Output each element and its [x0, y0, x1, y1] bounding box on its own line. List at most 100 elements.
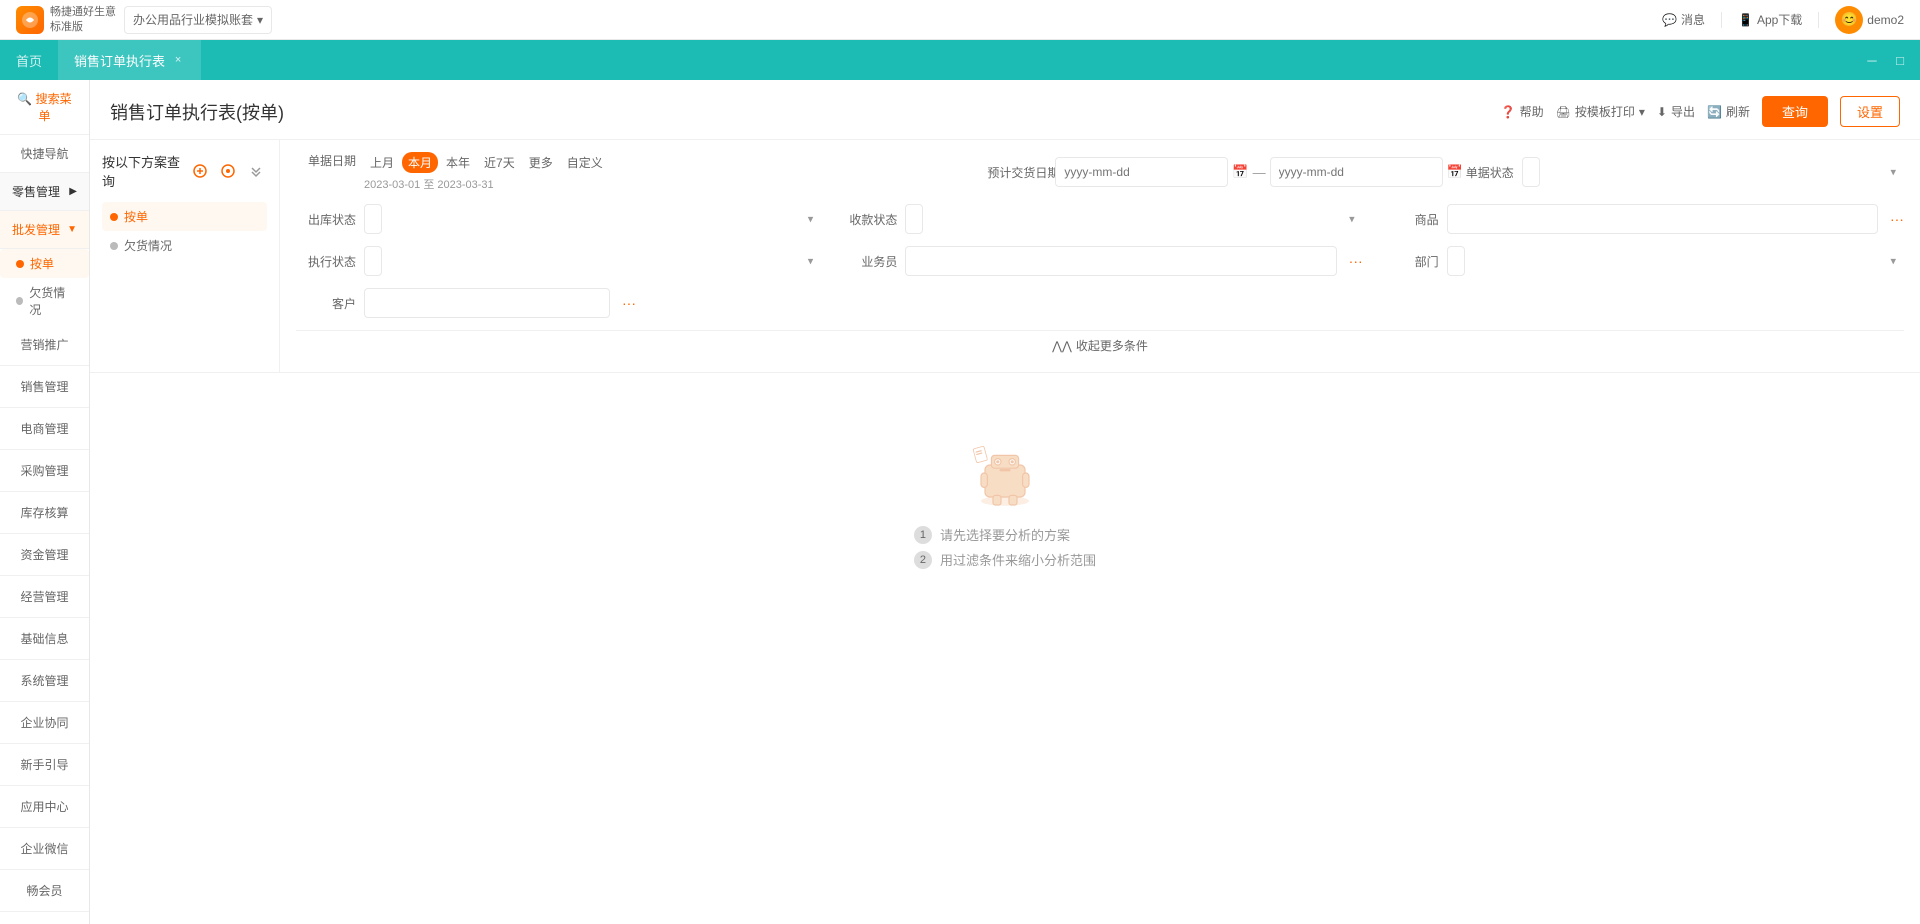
sidebar-sub-item-debt[interactable]: 欠货情况: [0, 278, 89, 324]
sidebar-system-label: 系统管理: [20, 674, 68, 688]
filter-left: 按以下方案查询: [90, 140, 280, 372]
tab-maximize-btn[interactable]: □: [1888, 48, 1912, 72]
suite-name: 办公用品行业模拟账套: [133, 11, 253, 28]
sidebar-item-wholesale-label: 批发管理: [12, 221, 60, 238]
sidebar-purchase-label: 采购管理: [20, 464, 68, 478]
date-tab-current-month[interactable]: 本月: [402, 152, 438, 173]
template-print-button[interactable]: 🖨 按模板打印 ▾: [1556, 103, 1645, 120]
sidebar-item-inventory[interactable]: 库存核算: [0, 492, 89, 534]
tab-sales-label: 销售订单执行表: [74, 51, 165, 70]
message-action[interactable]: 💬 消息: [1662, 11, 1705, 28]
filter-department: 部门: [1379, 246, 1904, 276]
page-title: 销售订单执行表(按单): [110, 99, 284, 125]
order-status-select[interactable]: [1522, 157, 1540, 187]
collapse-label: 收起更多条件: [1076, 337, 1148, 354]
refresh-button[interactable]: 🔄 刷新: [1707, 103, 1750, 120]
tab-close-icon[interactable]: ×: [171, 53, 185, 67]
sidebar-item-app-center[interactable]: 应用中心: [0, 786, 89, 828]
tip1-num: 1: [914, 526, 932, 544]
scheme-order-item[interactable]: 按单: [102, 202, 267, 231]
date-tab-7days[interactable]: 近7天: [478, 152, 521, 173]
sidebar-item-sales-mgmt[interactable]: 销售管理: [0, 366, 89, 408]
suite-dropdown[interactable]: 办公用品行业模拟账套 ▾: [124, 6, 272, 34]
payment-status-select[interactable]: [905, 204, 923, 234]
user-action[interactable]: 😊 demo2: [1835, 6, 1904, 34]
sidebar-item-system[interactable]: 系统管理: [0, 660, 89, 702]
department-select[interactable]: [1447, 246, 1465, 276]
refresh-icon: 🔄: [1707, 105, 1722, 119]
export-label: 导出: [1671, 103, 1695, 120]
order-date-label: 单据日期: [296, 152, 356, 169]
date-tab-last-month[interactable]: 上月: [364, 152, 400, 173]
tab-home[interactable]: 首页: [0, 40, 58, 80]
sidebar-quick-nav[interactable]: 快捷导航: [0, 135, 89, 173]
customer-more-icon[interactable]: ···: [622, 295, 636, 311]
sidebar-item-finance[interactable]: 资金管理: [0, 534, 89, 576]
divider: [1721, 12, 1722, 28]
sidebar-ecommerce-label: 电商管理: [20, 422, 68, 436]
export-button[interactable]: ⬇ 导出: [1657, 103, 1695, 120]
calendar-start-icon[interactable]: 📅: [1232, 164, 1248, 180]
department-wrapper: [1447, 246, 1904, 276]
sidebar-search[interactable]: 🔍 搜索菜单: [0, 80, 89, 135]
help-button[interactable]: ❓ 帮助: [1501, 103, 1544, 120]
delivery-date-start[interactable]: [1055, 157, 1228, 187]
scheme-debt-item[interactable]: 欠货情况: [102, 231, 267, 260]
page-content: 销售订单执行表(按单) ❓ 帮助 🖨 按模板打印 ▾ ⬇ 导出: [90, 80, 1920, 924]
search-icon: 🔍: [17, 92, 32, 106]
sidebar-inventory-label: 库存核算: [20, 506, 68, 520]
order-status-label: 单据状态: [1454, 164, 1514, 181]
sidebar-item-ecommerce[interactable]: 电商管理: [0, 408, 89, 450]
tab-minimize-btn[interactable]: ─: [1860, 48, 1884, 72]
delivery-status-select[interactable]: [364, 204, 382, 234]
salesperson-more-icon[interactable]: ···: [1349, 253, 1363, 269]
sidebar-item-operations[interactable]: 经营管理: [0, 576, 89, 618]
date-sep: —: [1253, 165, 1266, 180]
payment-status-label: 收款状态: [837, 211, 897, 228]
app-download-action[interactable]: 📱 App下载: [1738, 11, 1802, 28]
filter-order-status: 单据状态: [1454, 157, 1904, 187]
scheme-debt-label: 欠货情况: [124, 237, 172, 254]
date-tab-more[interactable]: 更多: [523, 152, 559, 173]
print-dropdown-icon: ▾: [1639, 105, 1645, 119]
sidebar-item-purchase[interactable]: 采购管理: [0, 450, 89, 492]
query-button[interactable]: 查询: [1762, 96, 1828, 127]
template-print-label: 按模板打印: [1575, 103, 1635, 120]
sidebar-item-onboarding[interactable]: 新手引导: [0, 744, 89, 786]
refresh-label: 刷新: [1726, 103, 1750, 120]
product-label: 商品: [1379, 211, 1439, 228]
chevron-down-icon: ▼: [67, 224, 77, 235]
top-bar-left: 畅捷通好生意 标准版 办公用品行业模拟账套 ▾: [16, 5, 272, 34]
salesperson-input[interactable]: [905, 246, 1336, 276]
product-more-icon[interactable]: ···: [1890, 211, 1904, 227]
sidebar-item-retail-mgmt[interactable]: 零售管理 ▶: [0, 173, 89, 211]
sidebar-onboarding-label: 新手引导: [20, 758, 68, 772]
filter-delivery-status: 出库状态: [296, 204, 821, 234]
tab-sales-order-exec[interactable]: 销售订单执行表 ×: [58, 40, 201, 80]
exec-status-select[interactable]: [364, 246, 382, 276]
sidebar-item-enterprise[interactable]: 企业协同: [0, 702, 89, 744]
sidebar-item-marketing[interactable]: 营销推广: [0, 324, 89, 366]
sidebar-sub-item-order[interactable]: 按单: [0, 249, 89, 278]
sidebar-item-enterprise-wechat[interactable]: 企业微信: [0, 828, 89, 870]
sidebar-item-basic-info[interactable]: 基础信息: [0, 618, 89, 660]
payment-status-wrapper: [905, 204, 1362, 234]
collapse-scheme-button[interactable]: [245, 160, 267, 182]
add-scheme-button[interactable]: [189, 160, 211, 182]
collapse-filter-btn[interactable]: ⋀⋀ 收起更多条件: [296, 330, 1904, 360]
help-label: 帮助: [1520, 103, 1544, 120]
print-icon: 🖨: [1556, 105, 1571, 119]
product-input[interactable]: [1447, 204, 1878, 234]
customer-input[interactable]: [364, 288, 610, 318]
date-tab-custom[interactable]: 自定义: [561, 152, 609, 173]
filter-right: 单据日期 上月 本月 本年 近7天 更多 自定义 20: [280, 140, 1920, 372]
date-tab-current-year[interactable]: 本年: [440, 152, 476, 173]
edit-scheme-button[interactable]: [217, 160, 239, 182]
settings-button[interactable]: 设置: [1840, 96, 1900, 127]
scheme-order-label: 按单: [124, 208, 148, 225]
sidebar-item-wholesale-mgmt[interactable]: 批发管理 ▼: [0, 211, 89, 249]
sidebar-item-member[interactable]: 畅会员: [0, 870, 89, 912]
filter-left-icons: [189, 160, 267, 182]
sidebar-sub-order-label: 按单: [30, 255, 54, 272]
delivery-date-end[interactable]: [1270, 157, 1443, 187]
